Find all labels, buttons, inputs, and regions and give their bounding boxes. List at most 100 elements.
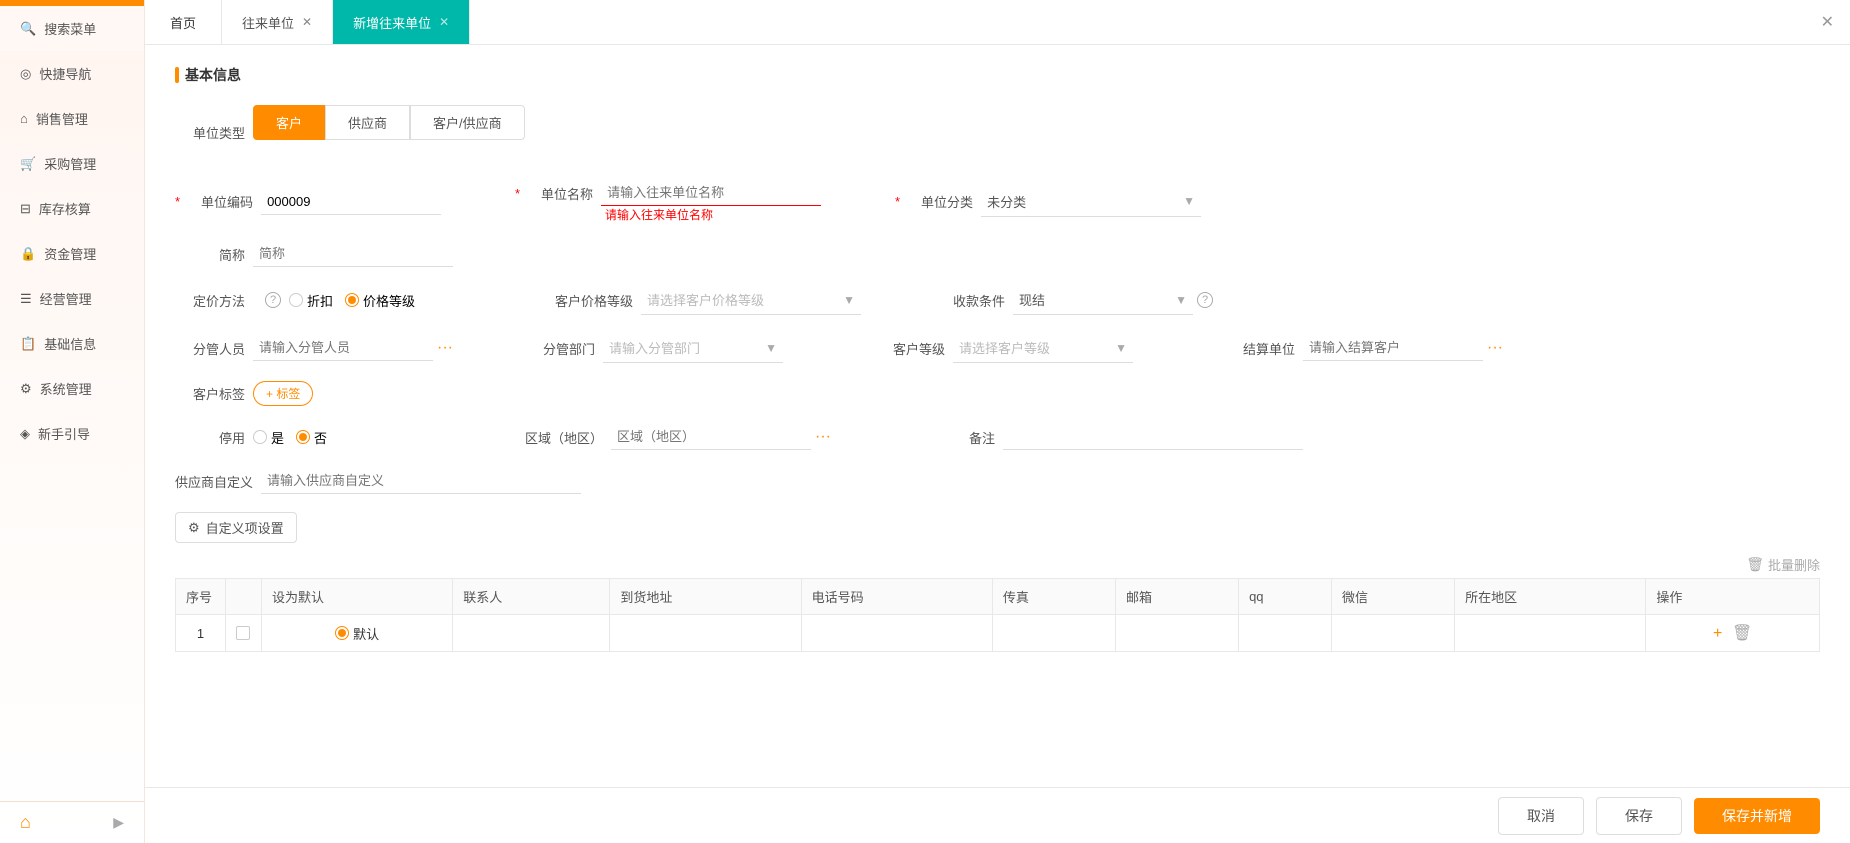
sidebar-item-sales[interactable]: ⌂ 销售管理 (0, 96, 144, 141)
customer-price-level-placeholder: 请选择客户价格等级 (647, 290, 843, 309)
cancel-button[interactable]: 取消 (1498, 797, 1584, 835)
manager-more-btn[interactable]: ··· (433, 339, 457, 357)
col-contact: 联系人 (453, 579, 610, 615)
row-region[interactable] (1455, 615, 1646, 652)
manager-input[interactable] (253, 335, 433, 361)
payment-terms-arrow: ▼ (1175, 293, 1187, 307)
sidebar-item-guide[interactable]: ◈ 新手引导 (0, 411, 144, 456)
tab-contacts[interactable]: 往来单位 ✕ (222, 0, 333, 44)
save-new-button[interactable]: 保存并新增 (1694, 798, 1820, 834)
pricing-pricelevel-label: 价格等级 (363, 291, 415, 310)
customer-price-level-label: 客户价格等级 (555, 291, 633, 310)
department-select[interactable]: 请输入分管部门 ▼ (603, 333, 783, 363)
row-contact-name[interactable] (453, 615, 610, 652)
sidebar-expand-icon[interactable]: ▶ (113, 814, 124, 831)
unit-category-field: * 单位分类 未分类 ▼ (895, 187, 1275, 217)
disabled-no-label: 否 (314, 428, 327, 447)
unit-type-group: 客户 供应商 客户/供应商 (253, 105, 525, 140)
customer-level-select[interactable]: 请选择客户等级 ▼ (953, 333, 1133, 363)
sidebar-item-inventory[interactable]: ⊟ 库存核算 (0, 186, 144, 231)
row-checkbox-cell (226, 615, 262, 652)
row-phone[interactable] (801, 615, 992, 652)
unit-category-select[interactable]: 未分类 ▼ (981, 187, 1201, 217)
unit-code-required: * (175, 194, 180, 209)
sidebar-item-purchase[interactable]: 🛒 采购管理 (0, 141, 144, 186)
unit-name-input[interactable] (601, 180, 821, 206)
pricing-discount-option[interactable]: 折扣 (289, 291, 333, 310)
pricing-radio-group: 折扣 价格等级 (289, 291, 415, 310)
unit-type-supplier-btn[interactable]: 供应商 (325, 105, 410, 140)
tab-contacts-close[interactable]: ✕ (302, 15, 312, 29)
unit-cat-required: * (895, 194, 900, 209)
sidebar-item-guide-label: 新手引导 (38, 424, 90, 443)
save-button[interactable]: 保存 (1596, 797, 1682, 835)
sidebar-item-search[interactable]: 🔍 搜索菜单 (0, 6, 144, 51)
batch-delete-icon: 🗑 (1746, 556, 1764, 573)
remark-input[interactable] (1003, 424, 1303, 450)
row-fax[interactable] (992, 615, 1115, 652)
sidebar-item-basic[interactable]: 📋 基础信息 (0, 321, 144, 366)
row-seq: 1 (176, 615, 226, 652)
tab-home[interactable]: 首页 (145, 0, 222, 44)
sidebar-item-basic-label: 基础信息 (44, 334, 96, 353)
region-input[interactable] (611, 424, 811, 450)
section-icon-bar (175, 67, 179, 83)
sidebar-item-purchase-label: 采购管理 (44, 154, 96, 173)
sidebar-item-search-label: 搜索菜单 (44, 19, 96, 38)
sidebar-item-finance[interactable]: 🔒 资金管理 (0, 231, 144, 276)
row-delete-btn[interactable]: 🗑 (1729, 623, 1755, 643)
settlement-unit-field: 结算单位 ··· (1225, 335, 1575, 361)
row-email[interactable] (1115, 615, 1238, 652)
row-address[interactable] (610, 615, 801, 652)
row-qq[interactable] (1239, 615, 1332, 652)
unit-type-customer-btn[interactable]: 客户 (253, 105, 325, 140)
manager-field: 分管人员 ··· (175, 335, 525, 361)
custom-settings-button[interactable]: ⚙ 自定义项设置 (175, 512, 297, 543)
row-default-radio-item[interactable]: 默认 (272, 624, 442, 643)
col-fax: 传真 (992, 579, 1115, 615)
region-more-btn[interactable]: ··· (811, 428, 835, 446)
unit-type-both-btn[interactable]: 客户/供应商 (410, 105, 525, 140)
settlement-unit-input[interactable] (1303, 335, 1483, 361)
tab-new-contact-close[interactable]: ✕ (439, 15, 449, 29)
unit-type-label: 单位类型 (175, 123, 245, 142)
payment-terms-help-icon[interactable]: ? (1197, 292, 1213, 308)
short-name-input[interactable] (253, 241, 453, 267)
contact-table: 序号 设为默认 联系人 到货地址 电话号码 传真 邮箱 qq 微信 所在地区 操… (175, 578, 1820, 652)
pricing-help-icon[interactable]: ? (265, 292, 281, 308)
unit-name-error-tip: 请输入往来单位名称 (605, 206, 713, 223)
customer-price-level-select[interactable]: 请选择客户价格等级 ▼ (641, 285, 861, 315)
unit-code-label: 单位编码 (183, 192, 253, 211)
row-wechat[interactable] (1331, 615, 1454, 652)
disabled-no-option[interactable]: 否 (296, 428, 327, 447)
close-all-tabs-button[interactable]: ✕ (1821, 12, 1834, 32)
unit-code-input[interactable] (261, 189, 441, 215)
customer-level-arrow: ▼ (1115, 341, 1127, 355)
tab-new-contact[interactable]: 新增往来单位 ✕ (333, 0, 470, 44)
sidebar-item-operations-label: 经营管理 (40, 289, 92, 308)
settlement-unit-more-btn[interactable]: ··· (1483, 339, 1507, 357)
row-checkbox[interactable] (236, 626, 250, 640)
form-content: 基本信息 单位类型 客户 供应商 客户/供应商 * 单位编码 * 单位 (145, 45, 1850, 787)
pricing-pricelevel-option[interactable]: 价格等级 (345, 291, 415, 310)
payment-terms-select[interactable]: 现结 ▼ (1013, 285, 1193, 315)
contact-table-header-row: 序号 设为默认 联系人 到货地址 电话号码 传真 邮箱 qq 微信 所在地区 操… (176, 579, 1820, 615)
disabled-radio-group: 是 否 (253, 428, 327, 447)
supplier-custom-input[interactable] (261, 468, 581, 494)
sidebar-item-system[interactable]: ⚙ 系统管理 (0, 366, 144, 411)
sidebar-item-quicknav[interactable]: ◎ 快捷导航 (0, 51, 144, 96)
form-row-disabled-region: 停用 是 否 区域（地区） ··· 备注 (175, 424, 1820, 450)
add-tag-button[interactable]: + 标签 (253, 381, 313, 406)
unit-name-required: * (515, 186, 520, 201)
disabled-no-radio (296, 430, 310, 444)
row-add-btn[interactable]: + (1710, 625, 1725, 643)
disabled-yes-option[interactable]: 是 (253, 428, 284, 447)
disabled-yes-label: 是 (271, 428, 284, 447)
batch-delete-label[interactable]: 批量删除 (1768, 555, 1820, 574)
sidebar-item-operations[interactable]: ☰ 经营管理 (0, 276, 144, 321)
unit-category-arrow: ▼ (1183, 194, 1195, 208)
pricing-discount-label: 折扣 (307, 291, 333, 310)
payment-terms-field: 收款条件 现结 ▼ ? (935, 285, 1315, 315)
form-row-code-name-cat: * 单位编码 * 单位名称 请输入往来单位名称 * 单位分类 (175, 180, 1820, 223)
customer-level-placeholder: 请选择客户等级 (959, 338, 1115, 357)
